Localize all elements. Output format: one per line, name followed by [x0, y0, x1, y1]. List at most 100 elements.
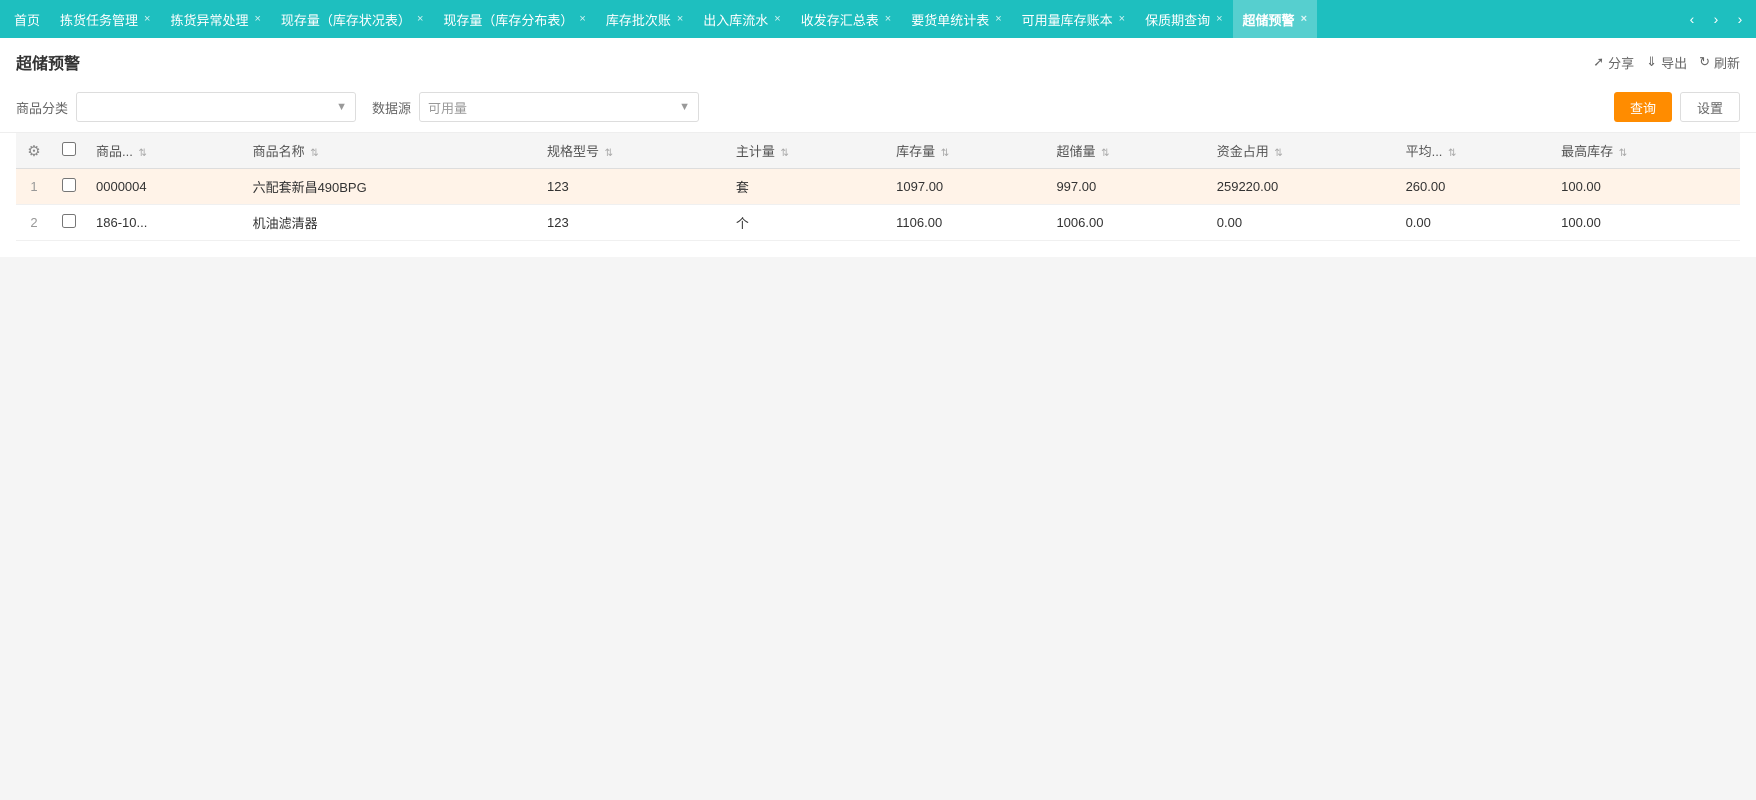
- nav-tab-1[interactable]: 拣货异常处理 ×: [160, 0, 270, 38]
- category-label: 商品分类: [16, 98, 68, 117]
- datasource-select[interactable]: 可用量 ▼: [419, 92, 699, 122]
- filter-actions: 查询 设置: [1614, 92, 1740, 122]
- nav-tab-6[interactable]: 收发存汇总表 ×: [791, 0, 901, 38]
- close-tab-0-icon[interactable]: ×: [144, 13, 150, 25]
- row-select-checkbox-0[interactable]: [62, 178, 76, 192]
- row-stock-1: 1106.00: [886, 205, 1046, 241]
- top-nav: 首页 拣货任务管理 × 拣货异常处理 × 现存量（库存状况表） × 现存量（库存…: [0, 0, 1756, 38]
- close-tab-3-icon[interactable]: ×: [579, 13, 585, 25]
- main-table: ⚙ 商品... ⇅ 商品名称 ⇅ 规格型号 ⇅ 主计量: [16, 133, 1740, 241]
- sort-icon-overstock: ⇅: [1101, 148, 1109, 159]
- col-max-stock[interactable]: 最高库存 ⇅: [1551, 133, 1740, 169]
- sort-icon-avg: ⇅: [1448, 148, 1456, 159]
- table-row: 2 186-10... 机油滤清器 123 个 1106.00 1006.00 …: [16, 205, 1740, 241]
- row-capital-1: 0.00: [1207, 205, 1396, 241]
- nav-tab-4[interactable]: 库存批次账 ×: [596, 0, 693, 38]
- export-button[interactable]: ⇓ 导出: [1646, 53, 1687, 72]
- datasource-label: 数据源: [372, 98, 411, 117]
- close-tab-7-icon[interactable]: ×: [995, 13, 1001, 25]
- nav-tab-3[interactable]: 现存量（库存分布表） ×: [433, 0, 595, 38]
- page-title: 超储预警: [16, 50, 80, 74]
- close-tab-1-icon[interactable]: ×: [254, 13, 260, 25]
- col-product-name[interactable]: 商品名称 ⇅: [243, 133, 537, 169]
- table-row: 1 0000004 六配套新昌490BPG 123 套 1097.00 997.…: [16, 169, 1740, 205]
- nav-tab-7[interactable]: 要货单统计表 ×: [901, 0, 1011, 38]
- col-overstock[interactable]: 超储量 ⇅: [1046, 133, 1206, 169]
- row-product-name-0: 六配套新昌490BPG: [243, 169, 537, 205]
- row-select-checkbox-1[interactable]: [62, 214, 76, 228]
- sort-icon-product-code: ⇅: [138, 148, 146, 159]
- table-settings-icon[interactable]: ⚙: [27, 143, 40, 160]
- sort-icon-product-name: ⇅: [310, 148, 318, 159]
- col-spec[interactable]: 规格型号 ⇅: [537, 133, 726, 169]
- export-icon: ⇓: [1646, 54, 1657, 70]
- nav-tab-8[interactable]: 可用量库存账本 ×: [1012, 0, 1135, 38]
- nav-tab-0[interactable]: 拣货任务管理 ×: [50, 0, 160, 38]
- page-actions: ➚ 分享 ⇓ 导出 ↻ 刷新: [1593, 53, 1740, 72]
- nav-more-button[interactable]: ›: [1728, 0, 1752, 38]
- category-filter-group: 商品分类 ▼: [16, 92, 356, 122]
- close-tab-2-icon[interactable]: ×: [417, 13, 423, 25]
- sort-icon-spec: ⇅: [605, 148, 613, 159]
- row-num-0: 1: [16, 169, 52, 205]
- nav-tab-2[interactable]: 现存量（库存状况表） ×: [271, 0, 433, 38]
- col-product-code[interactable]: 商品... ⇅: [86, 133, 243, 169]
- settings-button[interactable]: 设置: [1680, 92, 1740, 122]
- row-product-name-1: 机油滤清器: [243, 205, 537, 241]
- row-max-stock-0: 100.00: [1551, 169, 1740, 205]
- row-product-code-1: 186-10...: [86, 205, 243, 241]
- nav-next-button[interactable]: ›: [1704, 0, 1728, 38]
- close-tab-10-icon[interactable]: ×: [1301, 13, 1307, 25]
- row-product-code-0: 0000004: [86, 169, 243, 205]
- col-stock[interactable]: 库存量 ⇅: [886, 133, 1046, 169]
- row-overstock-0: 997.00: [1046, 169, 1206, 205]
- col-capital[interactable]: 资金占用 ⇅: [1207, 133, 1396, 169]
- row-unit-0: 套: [726, 169, 886, 205]
- row-capital-0: 259220.00: [1207, 169, 1396, 205]
- nav-home[interactable]: 首页: [4, 0, 50, 38]
- nav-arrows: ‹ › ›: [1680, 0, 1752, 38]
- row-checkbox-0[interactable]: [52, 169, 86, 205]
- nav-prev-button[interactable]: ‹: [1680, 0, 1704, 38]
- row-spec-0: 123: [537, 169, 726, 205]
- select-all-checkbox[interactable]: [62, 142, 76, 156]
- row-checkbox-1[interactable]: [52, 205, 86, 241]
- datasource-filter-group: 数据源 可用量 ▼: [372, 92, 699, 122]
- page-header: 超储预警 ➚ 分享 ⇓ 导出 ↻ 刷新: [0, 38, 1756, 82]
- close-tab-8-icon[interactable]: ×: [1119, 13, 1125, 25]
- sort-icon-stock: ⇅: [941, 148, 949, 159]
- nav-tab-9[interactable]: 保质期查询 ×: [1135, 0, 1232, 38]
- share-icon: ➚: [1593, 54, 1604, 70]
- close-tab-9-icon[interactable]: ×: [1216, 13, 1222, 25]
- sort-icon-capital: ⇅: [1274, 148, 1282, 159]
- share-button[interactable]: ➚ 分享: [1593, 53, 1634, 72]
- datasource-select-value: 可用量: [428, 98, 467, 117]
- query-button[interactable]: 查询: [1614, 92, 1672, 122]
- table-container: ⚙ 商品... ⇅ 商品名称 ⇅ 规格型号 ⇅ 主计量: [0, 133, 1756, 257]
- nav-tab-10[interactable]: 超储预警 ×: [1233, 0, 1317, 38]
- row-unit-1: 个: [726, 205, 886, 241]
- row-max-stock-1: 100.00: [1551, 205, 1740, 241]
- datasource-select-arrow-icon: ▼: [679, 101, 690, 113]
- category-select-arrow-icon: ▼: [336, 101, 347, 113]
- col-settings: ⚙: [16, 133, 52, 169]
- close-tab-4-icon[interactable]: ×: [677, 13, 683, 25]
- refresh-button[interactable]: ↻ 刷新: [1699, 53, 1740, 72]
- close-tab-6-icon[interactable]: ×: [885, 13, 891, 25]
- sort-icon-max-stock: ⇅: [1619, 148, 1627, 159]
- col-unit[interactable]: 主计量 ⇅: [726, 133, 886, 169]
- sort-icon-unit: ⇅: [781, 148, 789, 159]
- table-body: 1 0000004 六配套新昌490BPG 123 套 1097.00 997.…: [16, 169, 1740, 241]
- table-header-row: ⚙ 商品... ⇅ 商品名称 ⇅ 规格型号 ⇅ 主计量: [16, 133, 1740, 169]
- nav-tab-5[interactable]: 出入库流水 ×: [693, 0, 790, 38]
- row-avg-1: 0.00: [1396, 205, 1552, 241]
- row-stock-0: 1097.00: [886, 169, 1046, 205]
- refresh-icon: ↻: [1699, 54, 1710, 70]
- row-avg-0: 260.00: [1396, 169, 1552, 205]
- row-num-1: 2: [16, 205, 52, 241]
- row-overstock-1: 1006.00: [1046, 205, 1206, 241]
- category-select[interactable]: ▼: [76, 92, 356, 122]
- col-avg[interactable]: 平均... ⇅: [1396, 133, 1552, 169]
- filter-row: 商品分类 ▼ 数据源 可用量 ▼ 查询 设置: [0, 82, 1756, 133]
- close-tab-5-icon[interactable]: ×: [774, 13, 780, 25]
